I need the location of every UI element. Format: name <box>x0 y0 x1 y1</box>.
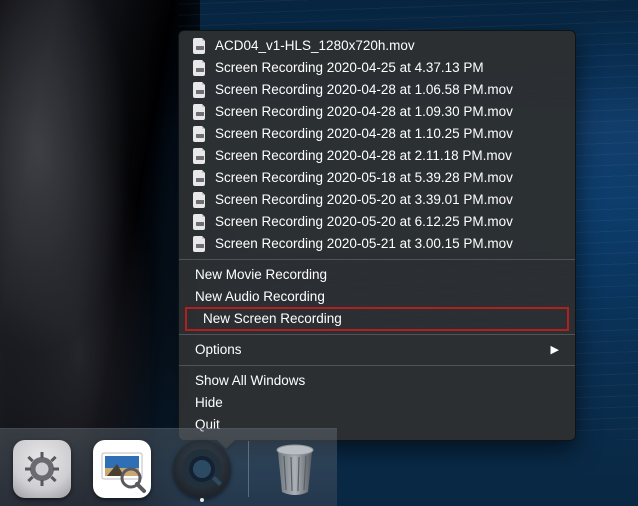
movie-file-icon <box>193 192 207 208</box>
recent-file-label: Screen Recording 2020-04-28 at 1.10.25 P… <box>215 125 559 143</box>
menu-separator <box>179 365 575 366</box>
desktop-background: ACD04_v1-HLS_1280x720h.mov Screen Record… <box>0 0 638 506</box>
movie-file-icon <box>193 82 207 98</box>
menu-item-label: Hide <box>195 394 559 412</box>
recent-file-label: Screen Recording 2020-04-28 at 1.06.58 P… <box>215 81 559 99</box>
movie-file-icon <box>193 126 207 142</box>
recent-file-label: Screen Recording 2020-05-20 at 6.12.25 P… <box>215 213 559 231</box>
dock-running-indicator <box>200 498 204 502</box>
recent-file-label: Screen Recording 2020-04-28 at 2.11.18 P… <box>215 147 559 165</box>
show-all-windows[interactable]: Show All Windows <box>179 370 575 392</box>
recent-file-item[interactable]: Screen Recording 2020-04-25 at 4.37.13 P… <box>179 57 575 79</box>
preview-icon <box>93 440 151 498</box>
recent-file-item[interactable]: Screen Recording 2020-05-20 at 3.39.01 P… <box>179 189 575 211</box>
gear-icon <box>13 440 71 498</box>
movie-file-icon <box>193 170 207 186</box>
menu-separator <box>179 259 575 260</box>
recent-file-item[interactable]: Screen Recording 2020-04-28 at 2.11.18 P… <box>179 145 575 167</box>
movie-file-icon <box>193 104 207 120</box>
hide-app[interactable]: Hide <box>179 392 575 414</box>
dock <box>0 428 337 506</box>
new-movie-recording[interactable]: New Movie Recording <box>179 264 575 286</box>
recent-file-item[interactable]: Screen Recording 2020-04-28 at 1.10.25 P… <box>179 123 575 145</box>
dock-context-menu: ACD04_v1-HLS_1280x720h.mov Screen Record… <box>178 30 576 441</box>
dock-separator <box>248 441 249 497</box>
movie-file-icon <box>193 214 207 230</box>
menu-item-label: New Movie Recording <box>195 266 559 284</box>
quicktime-icon <box>173 440 231 498</box>
movie-file-icon <box>193 38 207 54</box>
menu-item-label: New Screen Recording <box>203 310 557 328</box>
recent-file-label: Screen Recording 2020-05-20 at 3.39.01 P… <box>215 191 559 209</box>
menu-separator <box>179 334 575 335</box>
recent-file-item[interactable]: Screen Recording 2020-05-18 at 5.39.28 P… <box>179 167 575 189</box>
menu-item-label: Show All Windows <box>195 372 559 390</box>
recent-file-item[interactable]: ACD04_v1-HLS_1280x720h.mov <box>179 35 575 57</box>
recent-file-item[interactable]: Screen Recording 2020-05-21 at 3.00.15 P… <box>179 233 575 255</box>
menu-item-label: New Audio Recording <box>195 288 559 306</box>
movie-file-icon <box>193 236 207 252</box>
new-screen-recording[interactable]: New Screen Recording <box>185 307 569 331</box>
recent-file-label: Screen Recording 2020-05-18 at 5.39.28 P… <box>215 169 559 187</box>
trash-icon <box>268 440 322 498</box>
submenu-arrow-icon: ▶ <box>551 341 559 359</box>
recent-file-label: Screen Recording 2020-04-25 at 4.37.13 P… <box>215 59 559 77</box>
recent-file-item[interactable]: Screen Recording 2020-04-28 at 1.06.58 P… <box>179 79 575 101</box>
menu-item-label: Options <box>195 341 551 359</box>
dock-app-preview[interactable] <box>88 435 156 503</box>
recent-file-label: ACD04_v1-HLS_1280x720h.mov <box>215 37 559 55</box>
new-audio-recording[interactable]: New Audio Recording <box>179 286 575 308</box>
recent-file-item[interactable]: Screen Recording 2020-04-28 at 1.09.30 P… <box>179 101 575 123</box>
movie-file-icon <box>193 148 207 164</box>
dock-app-quicktime[interactable] <box>168 435 236 503</box>
dock-trash[interactable] <box>261 435 329 503</box>
recent-file-item[interactable]: Screen Recording 2020-05-20 at 6.12.25 P… <box>179 211 575 233</box>
recent-file-label: Screen Recording 2020-04-28 at 1.09.30 P… <box>215 103 559 121</box>
options-submenu[interactable]: Options ▶ <box>179 339 575 361</box>
recent-file-label: Screen Recording 2020-05-21 at 3.00.15 P… <box>215 235 559 253</box>
movie-file-icon <box>193 60 207 76</box>
dock-app-system-preferences[interactable] <box>8 435 76 503</box>
